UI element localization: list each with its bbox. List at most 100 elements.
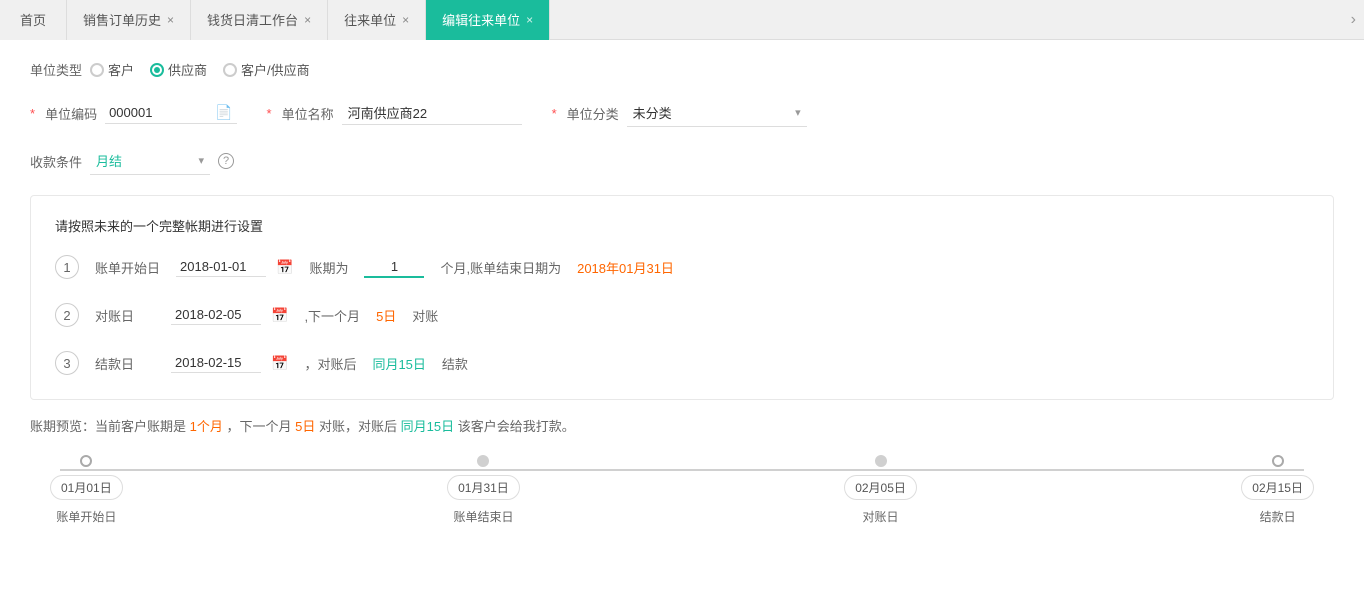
close-edit-partner-tab[interactable]: × xyxy=(526,13,533,27)
period-field-label-2: 对账日 xyxy=(95,306,155,325)
main-content: 单位类型 客户 供应商 客户/供应商 * 单位编码 xyxy=(0,40,1364,608)
timeline-dot-1 xyxy=(80,455,92,467)
unit-type-label: 单位类型 xyxy=(30,60,82,79)
tab-cashier[interactable]: 钱货日清工作台 × xyxy=(191,0,328,40)
period-highlight-day-3: 同月15日 xyxy=(372,354,425,373)
period-calendar-icon-1[interactable]: 📅 xyxy=(276,259,293,276)
timeline-point-3: 02月05日 对账日 xyxy=(844,455,917,525)
period-num-3: 3 xyxy=(55,351,79,375)
timeline-sublabel-1: 账单开始日 xyxy=(56,508,116,525)
radio-customer[interactable]: 客户 xyxy=(90,60,134,79)
payment-terms-group: 收款条件 月结 ▾ ? xyxy=(30,147,234,175)
payment-terms-dropdown[interactable]: 月结 ▾ xyxy=(90,147,210,175)
period-suffix-1: 个月,账单结束日期为 xyxy=(440,258,561,277)
unit-name-label: 单位名称 xyxy=(282,104,334,123)
unit-category-dropdown[interactable]: 未分类 ▾ xyxy=(627,99,807,127)
radio-supplier-label: 供应商 xyxy=(168,60,207,79)
payment-terms-help-icon[interactable]: ? xyxy=(218,153,234,169)
period-date-wrap-1: 📅 xyxy=(176,257,293,277)
timeline-items: 01月01日 账单开始日 01月31日 账单结束日 02月05日 对账日 xyxy=(50,455,1314,525)
radio-customer-circle xyxy=(90,63,104,77)
preview-mid2: 对账，对账后 xyxy=(319,419,397,434)
timeline-label-4: 02月15日 xyxy=(1241,475,1314,500)
period-num-1: 1 xyxy=(55,255,79,279)
timeline-dot-4 xyxy=(1272,455,1284,467)
preview-text: 账期预览：当前客户账期是 1个月 ，下一个月 5日 对账，对账后 同月15日 该… xyxy=(30,416,1334,435)
preview-prefix: 账期预览：当前客户账期是 xyxy=(30,419,186,434)
unit-category-required: * xyxy=(552,106,557,121)
period-date-input-2[interactable] xyxy=(171,305,261,325)
unit-category-group: * 单位分类 未分类 ▾ xyxy=(552,99,807,127)
unit-code-input[interactable] xyxy=(109,105,209,120)
radio-customer-supplier-circle xyxy=(223,63,237,77)
period-title: 请按照未来的一个完整帐期进行设置 xyxy=(55,216,1309,235)
period-field-label-3: 结款日 xyxy=(95,354,155,373)
period-date-wrap-2: 📅 xyxy=(171,305,288,325)
period-middle-text-1: 账期为 xyxy=(309,258,348,277)
close-sales-history-tab[interactable]: × xyxy=(167,13,174,27)
unit-code-label: 单位编码 xyxy=(45,104,97,123)
unit-type-group: 单位类型 客户 供应商 客户/供应商 xyxy=(30,60,310,79)
timeline-container: 01月01日 账单开始日 01月31日 账单结束日 02月05日 对账日 xyxy=(30,455,1334,525)
period-desc-before-2: ,下一个月 xyxy=(304,306,360,325)
unit-name-input[interactable] xyxy=(342,101,522,125)
radio-supplier-circle xyxy=(150,63,164,77)
unit-category-arrow: ▾ xyxy=(795,106,801,119)
period-highlight-date-1: 2018年01月31日 xyxy=(577,258,674,277)
unit-code-input-wrap: 📄 xyxy=(105,102,236,124)
period-desc-after-3: 结款 xyxy=(442,354,468,373)
timeline-sublabel-3: 对账日 xyxy=(863,508,899,525)
radio-customer-supplier[interactable]: 客户/供应商 xyxy=(223,60,310,79)
timeline-point-1: 01月01日 账单开始日 xyxy=(50,455,123,525)
unit-code-required: * xyxy=(30,106,35,121)
radio-supplier[interactable]: 供应商 xyxy=(150,60,207,79)
tab-sales-history[interactable]: 销售订单历史 × xyxy=(67,0,191,40)
unit-type-radio-group: 客户 供应商 客户/供应商 xyxy=(90,60,310,79)
period-row-1: 1 账单开始日 📅 账期为 个月,账单结束日期为 2018年01月31日 xyxy=(55,255,1309,279)
tab-home[interactable]: 首页 xyxy=(0,0,67,40)
timeline-sublabel-4: 结款日 xyxy=(1260,508,1296,525)
unit-code-group: * 单位编码 📄 xyxy=(30,102,237,124)
period-row-3: 3 结款日 📅 ，对账后 同月15日 结款 xyxy=(55,351,1309,375)
timeline-dot-3 xyxy=(875,455,887,467)
tab-bar: 首页 销售订单历史 × 钱货日清工作台 × 往来单位 × 编辑往来单位 × › xyxy=(0,0,1364,40)
close-cashier-tab[interactable]: × xyxy=(304,13,311,27)
period-row-2: 2 对账日 📅 ,下一个月 5日 对账 xyxy=(55,303,1309,327)
period-highlight-day-2: 5日 xyxy=(376,306,396,325)
timeline-point-4: 02月15日 结款日 xyxy=(1241,455,1314,525)
payment-terms-row: 收款条件 月结 ▾ ? xyxy=(30,147,1334,175)
preview-highlight3: 同月15日 xyxy=(401,419,454,434)
unit-category-label: 单位分类 xyxy=(567,104,619,123)
period-date-input-1[interactable] xyxy=(176,257,266,277)
close-partners-tab[interactable]: × xyxy=(402,13,409,27)
preview-suffix: 该客户会给我打款。 xyxy=(458,419,575,434)
period-date-input-3[interactable] xyxy=(171,353,261,373)
tab-bar-more[interactable]: › xyxy=(1351,11,1364,29)
period-num-2: 2 xyxy=(55,303,79,327)
period-num-input-1[interactable] xyxy=(364,257,424,278)
period-field-label-1: 账单开始日 xyxy=(95,258,160,277)
preview-mid1: ，下一个月 xyxy=(227,419,292,434)
payment-terms-value: 月结 xyxy=(96,151,190,170)
period-date-wrap-3: 📅 xyxy=(171,353,288,373)
preview-highlight2: 5日 xyxy=(295,419,315,434)
period-calendar-icon-3[interactable]: 📅 xyxy=(271,355,288,372)
timeline-label-3: 02月05日 xyxy=(844,475,917,500)
timeline-sublabel-2: 账单结束日 xyxy=(453,508,513,525)
unit-name-required: * xyxy=(267,106,272,121)
timeline-dot-2 xyxy=(477,455,489,467)
period-calendar-icon-2[interactable]: 📅 xyxy=(271,307,288,324)
period-desc-after-2: 对账 xyxy=(412,306,438,325)
tab-edit-partner[interactable]: 编辑往来单位 × xyxy=(426,0,550,40)
tab-partners[interactable]: 往来单位 × xyxy=(328,0,426,40)
payment-terms-arrow: ▾ xyxy=(198,154,204,167)
preview-highlight1: 1个月 xyxy=(190,419,223,434)
payment-terms-label: 收款条件 xyxy=(30,152,82,171)
timeline-point-2: 01月31日 账单结束日 xyxy=(447,455,520,525)
unit-code-icon[interactable]: 📄 xyxy=(215,104,232,121)
radio-customer-label: 客户 xyxy=(108,60,134,79)
period-desc-before-3: ，对账后 xyxy=(304,354,356,373)
period-settings-box: 请按照未来的一个完整帐期进行设置 1 账单开始日 📅 账期为 个月,账单结束日期… xyxy=(30,195,1334,400)
unit-info-row: * 单位编码 📄 * 单位名称 * 单位分类 未分类 ▾ xyxy=(30,99,1334,127)
radio-customer-supplier-label: 客户/供应商 xyxy=(241,60,310,79)
